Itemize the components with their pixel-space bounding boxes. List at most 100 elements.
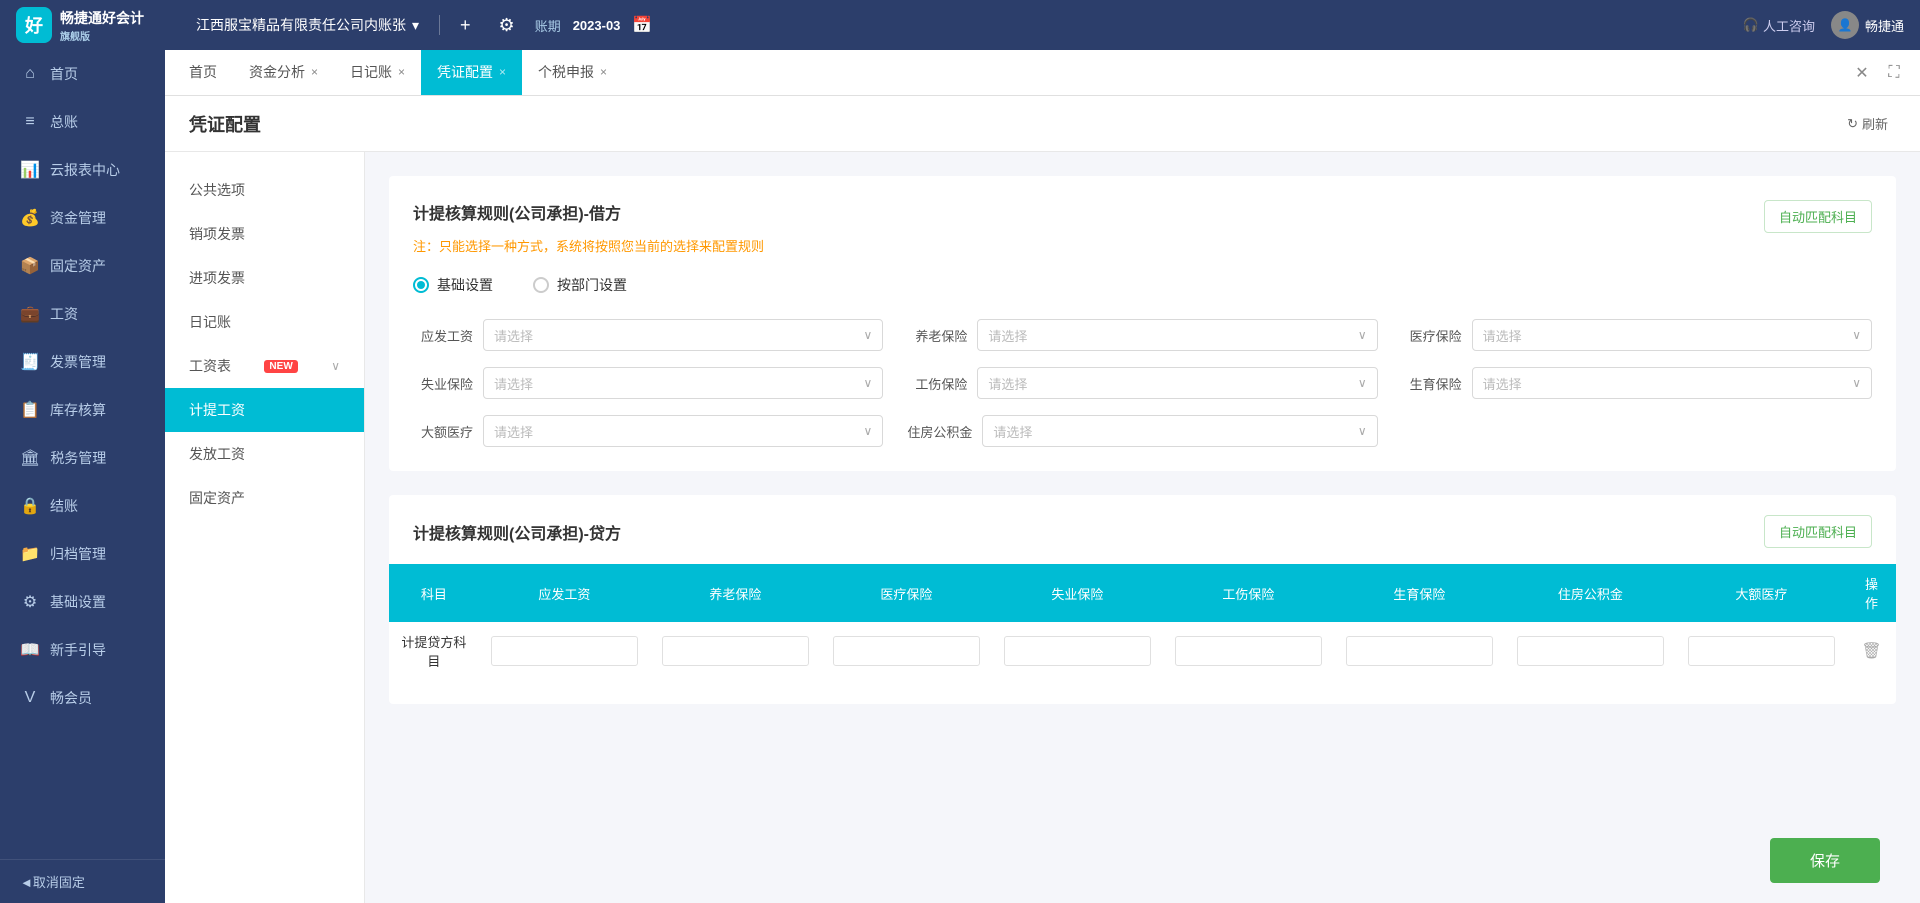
debit-section-title: 计提核算规则(公司承担)-借方 bbox=[413, 200, 1872, 224]
period-label: 账期 bbox=[535, 16, 561, 35]
row-gross-input[interactable] bbox=[491, 636, 638, 666]
field-unemployment: 失业保险 请选择 ∨ bbox=[413, 367, 883, 399]
calendar-icon[interactable]: 📅 bbox=[632, 15, 652, 35]
radio-basic-circle bbox=[413, 277, 429, 293]
maternity-select[interactable]: 请选择 ∨ bbox=[1472, 367, 1872, 399]
logo-area: 好 畅捷通好会计 旗舰版 bbox=[16, 7, 176, 43]
row-pension-input-cell bbox=[650, 622, 821, 680]
sidebar-label-ledger: 总账 bbox=[50, 112, 78, 132]
housing-fund-label: 住房公积金 bbox=[907, 422, 972, 441]
period-value: 2023-03 bbox=[573, 18, 621, 33]
radio-department-label: 按部门设置 bbox=[557, 275, 627, 295]
credit-auto-match-button[interactable]: 自动匹配科目 bbox=[1764, 515, 1872, 548]
sidebar-label-salary: 工资 bbox=[50, 304, 78, 324]
work-injury-select[interactable]: 请选择 ∨ bbox=[977, 367, 1377, 399]
radio-basic[interactable]: 基础设置 bbox=[413, 275, 493, 295]
dropdown-arrow-icon: ▾ bbox=[412, 17, 419, 34]
sidebar-item-archive[interactable]: 📁 归档管理 bbox=[0, 530, 165, 578]
nav-item-journal[interactable]: 日记账 bbox=[165, 300, 364, 344]
nav-item-payroll-table[interactable]: 工资表 NEW ∨ bbox=[165, 344, 364, 388]
headset-icon: 🎧 bbox=[1743, 17, 1759, 33]
nav-item-payroll-accrue[interactable]: 计提工资 bbox=[165, 388, 364, 432]
sidebar-item-settings[interactable]: ⚙ 基础设置 bbox=[0, 578, 165, 626]
refresh-label: 刷新 bbox=[1862, 114, 1888, 133]
service-button[interactable]: 🎧 人工咨询 bbox=[1743, 16, 1815, 35]
tab-home[interactable]: 首页 bbox=[173, 50, 233, 95]
medical-placeholder: 请选择 bbox=[1483, 326, 1522, 345]
row-pension-input[interactable] bbox=[662, 636, 809, 666]
sidebar-item-salary[interactable]: 💼 工资 bbox=[0, 290, 165, 338]
nav-item-sales-invoice[interactable]: 销项发票 bbox=[165, 212, 364, 256]
tab-funds-close[interactable]: × bbox=[311, 65, 318, 79]
refresh-button[interactable]: ↻ 刷新 bbox=[1839, 110, 1896, 137]
sidebar-item-home[interactable]: ⌂ 首页 bbox=[0, 50, 165, 98]
unemployment-select[interactable]: 请选择 ∨ bbox=[483, 367, 883, 399]
tab-tax-close[interactable]: × bbox=[600, 65, 607, 79]
row-large-medical-input[interactable] bbox=[1688, 636, 1835, 666]
row-work-injury-input[interactable] bbox=[1175, 636, 1322, 666]
sidebar-item-invoice[interactable]: 🧾 发票管理 bbox=[0, 338, 165, 386]
expand-tab-button[interactable]: ⛶ bbox=[1880, 59, 1908, 87]
sidebar-item-reports[interactable]: 📊 云报表中心 bbox=[0, 146, 165, 194]
nav-item-fixed-assets[interactable]: 固定资产 bbox=[165, 476, 364, 520]
top-bar: 好 畅捷通好会计 旗舰版 江西服宝精品有限责任公司内账张 ▾ + ⚙ 账期 20… bbox=[0, 0, 1920, 50]
gross-salary-select[interactable]: 请选择 ∨ bbox=[483, 319, 883, 351]
delete-row-button[interactable]: 🗑 bbox=[1861, 643, 1881, 660]
top-divider bbox=[439, 15, 440, 35]
tab-journal-close[interactable]: × bbox=[398, 65, 405, 79]
medical-select[interactable]: 请选择 ∨ bbox=[1472, 319, 1872, 351]
sidebar-item-vip[interactable]: V 畅会员 bbox=[0, 674, 165, 722]
save-button[interactable]: 保存 bbox=[1770, 838, 1880, 883]
debit-auto-match-button[interactable]: 自动匹配科目 bbox=[1764, 200, 1872, 233]
col-pension: 养老保险 bbox=[650, 564, 821, 622]
col-large-medical: 大额医疗 bbox=[1676, 564, 1847, 622]
invoice-icon: 🧾 bbox=[20, 352, 40, 372]
sidebar-label-home: 首页 bbox=[50, 64, 78, 84]
avatar: 👤 bbox=[1831, 11, 1859, 39]
sidebar-item-funds[interactable]: 💰 资金管理 bbox=[0, 194, 165, 242]
tab-tax[interactable]: 个税申报 × bbox=[522, 50, 623, 95]
tab-funds[interactable]: 资金分析 × bbox=[233, 50, 334, 95]
work-injury-arrow: ∨ bbox=[1358, 376, 1367, 390]
add-button[interactable]: + bbox=[452, 11, 479, 40]
row-unemployment-input[interactable] bbox=[1004, 636, 1151, 666]
tab-voucher-config[interactable]: 凭证配置 × bbox=[421, 50, 522, 95]
radio-group: 基础设置 按部门设置 bbox=[413, 275, 1872, 295]
sidebar-item-inventory[interactable]: 📋 库存核算 bbox=[0, 386, 165, 434]
tab-voucher-close[interactable]: × bbox=[499, 65, 506, 79]
nav-label-payroll-table: 工资表 bbox=[189, 356, 231, 376]
sidebar-label-archive: 归档管理 bbox=[50, 544, 106, 564]
nav-item-payroll-pay[interactable]: 发放工资 bbox=[165, 432, 364, 476]
row-subject-label: 计提贷方科目 bbox=[389, 622, 479, 680]
unpin-button[interactable]: ◄取消固定 bbox=[0, 859, 165, 903]
field-pension: 养老保险 请选择 ∨ bbox=[907, 319, 1377, 351]
unpin-label: ◄取消固定 bbox=[20, 872, 85, 891]
logo-main: 畅捷通好会计 bbox=[60, 8, 144, 28]
sidebar-item-tax[interactable]: 🏛 税务管理 bbox=[0, 434, 165, 482]
row-medical-input[interactable] bbox=[833, 636, 980, 666]
tab-home-label: 首页 bbox=[189, 62, 217, 82]
housing-fund-select[interactable]: 请选择 ∨ bbox=[982, 415, 1377, 447]
large-medical-arrow: ∨ bbox=[864, 424, 873, 438]
pension-select[interactable]: 请选择 ∨ bbox=[977, 319, 1377, 351]
nav-item-public[interactable]: 公共选项 bbox=[165, 168, 364, 212]
user-info[interactable]: 👤 畅捷通 bbox=[1831, 11, 1904, 39]
field-maternity: 生育保险 请选择 ∨ bbox=[1402, 367, 1872, 399]
row-maternity-input[interactable] bbox=[1346, 636, 1493, 666]
sidebar-item-close[interactable]: 🔒 结账 bbox=[0, 482, 165, 530]
sidebar-item-guide[interactable]: 📖 新手引导 bbox=[0, 626, 165, 674]
settings-icon[interactable]: ⚙ bbox=[491, 11, 523, 40]
close-tab-button[interactable]: ✕ bbox=[1848, 59, 1876, 87]
radio-department[interactable]: 按部门设置 bbox=[533, 275, 627, 295]
sidebar-item-assets[interactable]: 📦 固定资产 bbox=[0, 242, 165, 290]
sidebar-label-vip: 畅会员 bbox=[50, 688, 92, 708]
sidebar-label-funds: 资金管理 bbox=[50, 208, 106, 228]
tab-journal[interactable]: 日记账 × bbox=[334, 50, 421, 95]
nav-item-purchase-invoice[interactable]: 进项发票 bbox=[165, 256, 364, 300]
company-selector[interactable]: 江西服宝精品有限责任公司内账张 ▾ bbox=[188, 11, 427, 39]
sidebar-item-ledger[interactable]: ≡ 总账 bbox=[0, 98, 165, 146]
large-medical-select[interactable]: 请选择 ∨ bbox=[483, 415, 883, 447]
credit-section-header: 计提核算规则(公司承担)-贷方 自动匹配科目 bbox=[389, 495, 1896, 564]
row-housing-input[interactable] bbox=[1517, 636, 1664, 666]
archive-icon: 📁 bbox=[20, 544, 40, 564]
